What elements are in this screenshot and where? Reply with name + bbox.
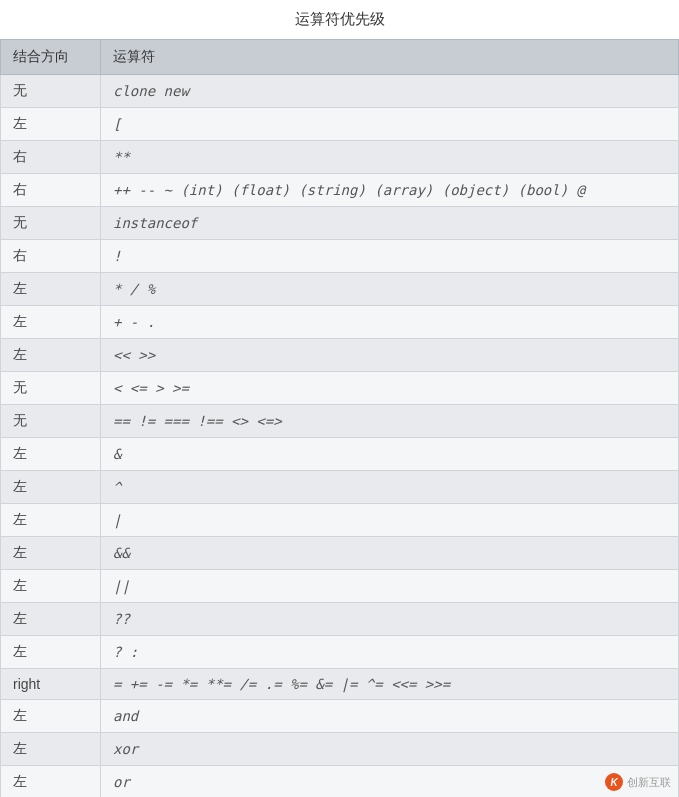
cell-operator: ? : (101, 636, 679, 669)
cell-operator: << >> (101, 339, 679, 372)
cell-direction: 左 (1, 504, 101, 537)
table-row: 无< <= > >= (1, 372, 679, 405)
table-row: 左and (1, 700, 679, 733)
cell-direction: 左 (1, 273, 101, 306)
table-row: 右++ -- ~ (int) (float) (string) (array) … (1, 174, 679, 207)
table-row: 左?? (1, 603, 679, 636)
cell-operator: = += -= *= **= /= .= %= &= |= ^= <<= >>= (101, 669, 679, 700)
cell-direction: 左 (1, 537, 101, 570)
table-row: 无instanceof (1, 207, 679, 240)
table-row: 右** (1, 141, 679, 174)
cell-operator: [ (101, 108, 679, 141)
table-row: 右! (1, 240, 679, 273)
cell-direction: 无 (1, 405, 101, 438)
table-row: 无== != === !== <> <=> (1, 405, 679, 438)
cell-direction: 右 (1, 174, 101, 207)
cell-direction: 左 (1, 108, 101, 141)
cell-direction: right (1, 669, 101, 700)
cell-operator: && (101, 537, 679, 570)
cell-operator: ++ -- ~ (int) (float) (string) (array) (… (101, 174, 679, 207)
watermark: K 创新互联 (605, 773, 671, 791)
cell-direction: 左 (1, 471, 101, 504)
cell-operator: ^ (101, 471, 679, 504)
cell-operator: xor (101, 733, 679, 766)
table-header-row: 结合方向 运算符 (1, 40, 679, 75)
cell-operator: or (101, 766, 679, 798)
cell-direction: 左 (1, 766, 101, 798)
cell-operator: instanceof (101, 207, 679, 240)
table-row: 左^ (1, 471, 679, 504)
cell-direction: 左 (1, 306, 101, 339)
cell-operator: ! (101, 240, 679, 273)
cell-direction: 左 (1, 438, 101, 471)
cell-direction: 左 (1, 733, 101, 766)
cell-direction: 左 (1, 603, 101, 636)
table-row: 左+ - . (1, 306, 679, 339)
page-container: 运算符优先级 结合方向 运算符 无clone new左[右**右++ -- ~ … (0, 0, 679, 797)
watermark-icon: K (605, 773, 623, 791)
cell-direction: 无 (1, 75, 101, 108)
cell-direction: 右 (1, 141, 101, 174)
cell-operator: || (101, 570, 679, 603)
operator-table: 结合方向 运算符 无clone new左[右**右++ -- ~ (int) (… (0, 39, 679, 797)
table-row: 左&& (1, 537, 679, 570)
col-operator: 运算符 (101, 40, 679, 75)
cell-operator: ?? (101, 603, 679, 636)
table-row: 左<< >> (1, 339, 679, 372)
table-row: right= += -= *= **= /= .= %= &= |= ^= <<… (1, 669, 679, 700)
watermark-text: 创新互联 (627, 775, 671, 790)
cell-operator: and (101, 700, 679, 733)
cell-operator: + - . (101, 306, 679, 339)
cell-direction: 左 (1, 700, 101, 733)
table-row: 左| (1, 504, 679, 537)
cell-operator: | (101, 504, 679, 537)
table-row: 左? : (1, 636, 679, 669)
cell-operator: < <= > >= (101, 372, 679, 405)
table-row: 左xor (1, 733, 679, 766)
page-title: 运算符优先级 (0, 0, 679, 39)
cell-operator: == != === !== <> <=> (101, 405, 679, 438)
col-direction: 结合方向 (1, 40, 101, 75)
cell-operator: * / % (101, 273, 679, 306)
cell-direction: 无 (1, 207, 101, 240)
cell-operator: & (101, 438, 679, 471)
table-row: 左|| (1, 570, 679, 603)
table-row: 左[ (1, 108, 679, 141)
cell-direction: 左 (1, 636, 101, 669)
table-row: 无clone new (1, 75, 679, 108)
cell-direction: 左 (1, 339, 101, 372)
table-row: 左* / % (1, 273, 679, 306)
cell-operator: clone new (101, 75, 679, 108)
cell-operator: ** (101, 141, 679, 174)
table-row: 左or (1, 766, 679, 798)
cell-direction: 无 (1, 372, 101, 405)
cell-direction: 左 (1, 570, 101, 603)
table-row: 左& (1, 438, 679, 471)
cell-direction: 右 (1, 240, 101, 273)
